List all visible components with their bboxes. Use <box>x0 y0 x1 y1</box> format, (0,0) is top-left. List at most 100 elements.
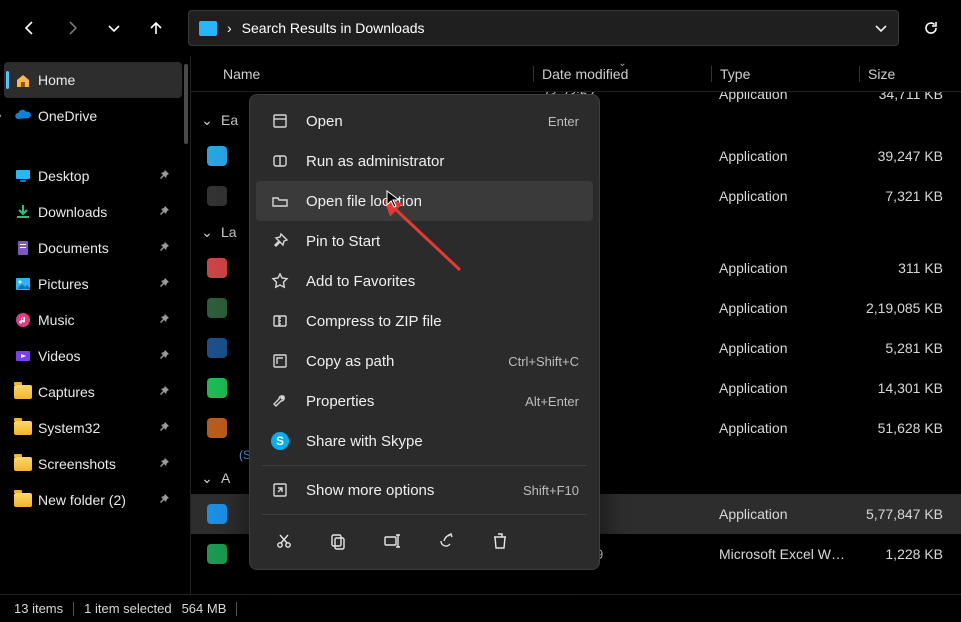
folder-icon <box>14 383 32 401</box>
pin-icon <box>158 492 170 508</box>
menu-label: Show more options <box>306 482 507 499</box>
share-button[interactable] <box>432 527 460 555</box>
menu-action-bar <box>256 519 593 563</box>
rename-button[interactable] <box>378 527 406 555</box>
cut-button[interactable] <box>270 527 298 555</box>
menu-pin-to-start[interactable]: Pin to Start <box>256 221 593 261</box>
menu-label: Share with Skype <box>306 433 579 450</box>
col-date[interactable]: ⌄Date modified <box>533 66 711 82</box>
menu-properties[interactable]: Properties Alt+Enter <box>256 381 593 421</box>
menu-accelerator: Shift+F10 <box>523 483 579 498</box>
videos-icon <box>14 347 32 365</box>
sidebar-item-label: Videos <box>38 348 81 364</box>
group-label: Ea <box>221 112 238 128</box>
cell-type: Application <box>711 506 859 522</box>
sidebar-item-onedrive[interactable]: › OneDrive <box>4 98 182 134</box>
sidebar-item-captures[interactable]: Captures <box>4 374 182 410</box>
cell-type: Microsoft Excel W… <box>711 546 859 562</box>
sidebar-item-documents[interactable]: Documents <box>4 230 182 266</box>
cell-type: Application <box>711 380 859 396</box>
sidebar-item-desktop[interactable]: Desktop <box>4 158 182 194</box>
sidebar-item-new-folder-2-[interactable]: New folder (2) <box>4 482 182 518</box>
menu-copy-as-path[interactable]: Copy as path Ctrl+Shift+C <box>256 341 593 381</box>
status-sep <box>236 602 237 616</box>
menu-label: Compress to ZIP file <box>306 313 579 330</box>
menu-open[interactable]: Open Enter <box>256 101 593 141</box>
sidebar-item-music[interactable]: Music <box>4 302 182 338</box>
cell-type: Application <box>711 420 859 436</box>
recent-button[interactable] <box>96 10 132 46</box>
sidebar-item-videos[interactable]: Videos <box>4 338 182 374</box>
sidebar-item-pictures[interactable]: Pictures <box>4 266 182 302</box>
app-icon <box>207 544 227 564</box>
menu-run-as-administrator[interactable]: Run as administrator <box>256 141 593 181</box>
cell-size: 5,281 KB <box>859 340 961 356</box>
sidebar-item-screenshots[interactable]: Screenshots <box>4 446 182 482</box>
skype-icon: S <box>270 432 290 450</box>
sidebar-item-home[interactable]: Home <box>4 62 182 98</box>
menu-compress-to-zip-file[interactable]: Compress to ZIP file <box>256 301 593 341</box>
app-icon <box>207 418 227 438</box>
col-name[interactable]: Name <box>223 66 533 82</box>
open-icon <box>270 112 290 130</box>
cell-size: 14,301 KB <box>859 380 961 396</box>
up-button[interactable] <box>138 10 174 46</box>
pin-icon <box>158 204 170 220</box>
app-icon <box>207 298 227 318</box>
chevron-down-icon[interactable] <box>874 21 888 35</box>
menu-show-more-options[interactable]: Show more options Shift+F10 <box>256 470 593 510</box>
menu-label: Open <box>306 113 532 130</box>
nav-toolbar: › Search Results in Downloads <box>0 0 961 56</box>
app-icon <box>207 504 227 524</box>
menu-label: Open file location <box>306 193 579 210</box>
menu-accelerator: Enter <box>548 114 579 129</box>
sidebar-item-label: Documents <box>38 240 109 256</box>
folder-open-icon <box>270 192 290 210</box>
cell-type: Application <box>711 188 859 204</box>
status-count: 13 items <box>14 601 63 616</box>
sidebar-item-label: New folder (2) <box>38 492 126 508</box>
menu-share-with-skype[interactable]: S Share with Skype <box>256 421 593 461</box>
menu-open-file-location[interactable]: Open file location <box>256 181 593 221</box>
sidebar-item-label: Pictures <box>38 276 89 292</box>
col-size[interactable]: Size <box>859 66 961 82</box>
menu-label: Properties <box>306 393 509 410</box>
menu-add-to-favorites[interactable]: Add to Favorites <box>256 261 593 301</box>
app-icon <box>207 378 227 398</box>
sidebar-scrollbar[interactable] <box>184 64 188 144</box>
menu-label: Run as administrator <box>306 153 579 170</box>
home-icon <box>14 71 32 89</box>
app-icon <box>207 338 227 358</box>
chevron-down-icon: ⌄ <box>199 470 215 487</box>
status-selected: 1 item selected <box>84 601 171 616</box>
wrench-icon <box>270 392 290 410</box>
status-bar: 13 items 1 item selected 564 MB <box>0 594 961 622</box>
folder-chip-icon <box>199 21 217 36</box>
back-button[interactable] <box>12 10 48 46</box>
cell-size: 1,228 KB <box>859 546 961 562</box>
folder-icon <box>14 455 32 473</box>
folder-icon <box>14 491 32 509</box>
sidebar-item-system32[interactable]: System32 <box>4 410 182 446</box>
onedrive-icon <box>14 107 32 125</box>
copy-button[interactable] <box>324 527 352 555</box>
sidebar-item-downloads[interactable]: Downloads <box>4 194 182 230</box>
chevron-down-icon: ⌄ <box>199 112 215 129</box>
menu-label: Add to Favorites <box>306 273 579 290</box>
downloads-icon <box>14 203 32 221</box>
address-bar[interactable]: › Search Results in Downloads <box>188 10 899 46</box>
col-type[interactable]: Type <box>711 66 859 82</box>
menu-separator <box>262 514 587 515</box>
status-size: 564 MB <box>182 601 227 616</box>
documents-icon <box>14 239 32 257</box>
folder-icon <box>14 419 32 437</box>
breadcrumb: Search Results in Downloads <box>242 20 425 36</box>
more-icon <box>270 481 290 499</box>
refresh-button[interactable] <box>913 10 949 46</box>
delete-button[interactable] <box>486 527 514 555</box>
star-icon <box>270 272 290 290</box>
group-label: La <box>221 224 237 240</box>
pin-icon <box>158 240 170 256</box>
forward-button[interactable] <box>54 10 90 46</box>
pin-icon <box>158 348 170 364</box>
